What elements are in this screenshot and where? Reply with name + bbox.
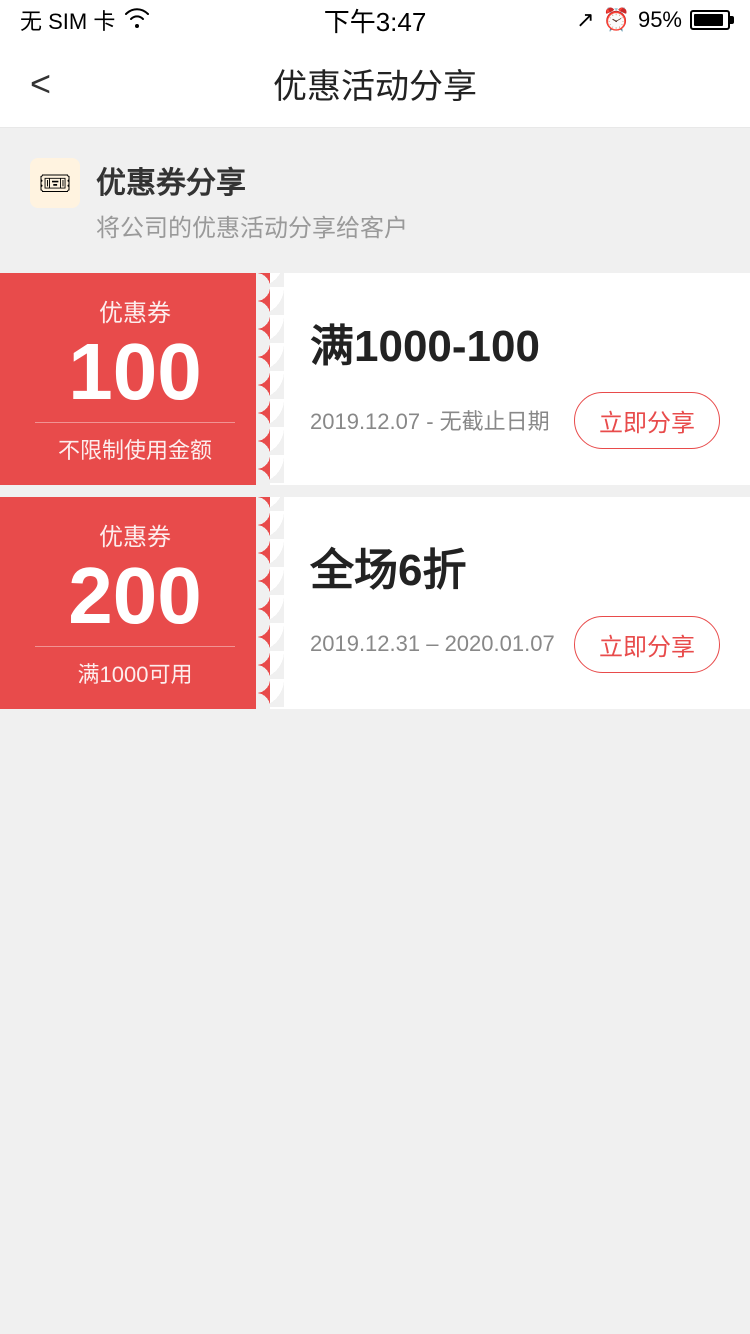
coupon-condition-1: 不限制使用金额: [58, 433, 212, 465]
coupon-meta-1: 2019.12.07 - 无截止日期 立即分享: [310, 392, 720, 449]
coupon-amount-1: 100: [68, 332, 201, 412]
coupon-meta-2: 2019.12.31 – 2020.01.07 立即分享: [310, 616, 720, 673]
coupon-card-1: 优惠券 100 不限制使用金额 满1000-100 2019.12.07 - 无…: [0, 273, 750, 485]
alarm-icon: ⏰: [603, 7, 630, 33]
wifi-icon: [123, 6, 151, 34]
coupon-card-2: 优惠券 200 满1000可用 全场6折 2019.12.31 – 2020.0…: [0, 497, 750, 709]
coupon-divider-2: [35, 646, 235, 647]
battery-icon: [690, 10, 730, 30]
coupon-divider-1: [35, 422, 235, 423]
status-right: ↗ ⏰ 95%: [576, 7, 730, 33]
page-title: 优惠活动分享: [273, 59, 477, 108]
coupon-right-1: 满1000-100 2019.12.07 - 无截止日期 立即分享: [270, 273, 750, 485]
section-header: 🎟 优惠券分享 将公司的优惠活动分享给客户: [0, 128, 750, 263]
coupon-left-2: 优惠券 200 满1000可用: [0, 497, 270, 709]
section-text: 优惠券分享 将公司的优惠活动分享给客户: [96, 158, 408, 243]
section-subtitle: 将公司的优惠活动分享给客户: [96, 208, 408, 243]
location-icon: ↗: [576, 7, 594, 33]
coupon-date-2: 2019.12.31 – 2020.01.07: [310, 631, 558, 657]
coupon-share-icon: 🎟: [30, 158, 80, 208]
coupon-right-2: 全场6折 2019.12.31 – 2020.01.07 立即分享: [270, 497, 750, 709]
section-title: 优惠券分享: [96, 158, 408, 202]
status-time: 下午3:47: [324, 2, 427, 39]
share-button-1[interactable]: 立即分享: [574, 392, 720, 449]
coupon-label-2: 优惠券: [99, 517, 171, 552]
carrier-text: 无 SIM 卡: [20, 4, 115, 36]
coupon-left-1: 优惠券 100 不限制使用金额: [0, 273, 270, 485]
svg-text:🎟: 🎟: [38, 168, 71, 198]
battery-text: 95%: [638, 7, 682, 33]
share-button-2[interactable]: 立即分享: [574, 616, 720, 673]
nav-bar: < 优惠活动分享: [0, 40, 750, 128]
empty-area: [0, 749, 750, 1249]
coupon-list: 优惠券 100 不限制使用金额 满1000-100 2019.12.07 - 无…: [0, 263, 750, 749]
coupon-name-2: 全场6折: [310, 534, 720, 598]
coupon-label-1: 优惠券: [99, 293, 171, 328]
status-bar: 无 SIM 卡 下午3:47 ↗ ⏰ 95%: [0, 0, 750, 40]
back-button[interactable]: <: [30, 63, 51, 105]
coupon-name-1: 满1000-100: [310, 310, 720, 374]
coupon-condition-2: 满1000可用: [78, 657, 193, 689]
status-left: 无 SIM 卡: [20, 4, 151, 36]
coupon-date-1: 2019.12.07 - 无截止日期: [310, 404, 558, 436]
coupon-amount-2: 200: [68, 556, 201, 636]
